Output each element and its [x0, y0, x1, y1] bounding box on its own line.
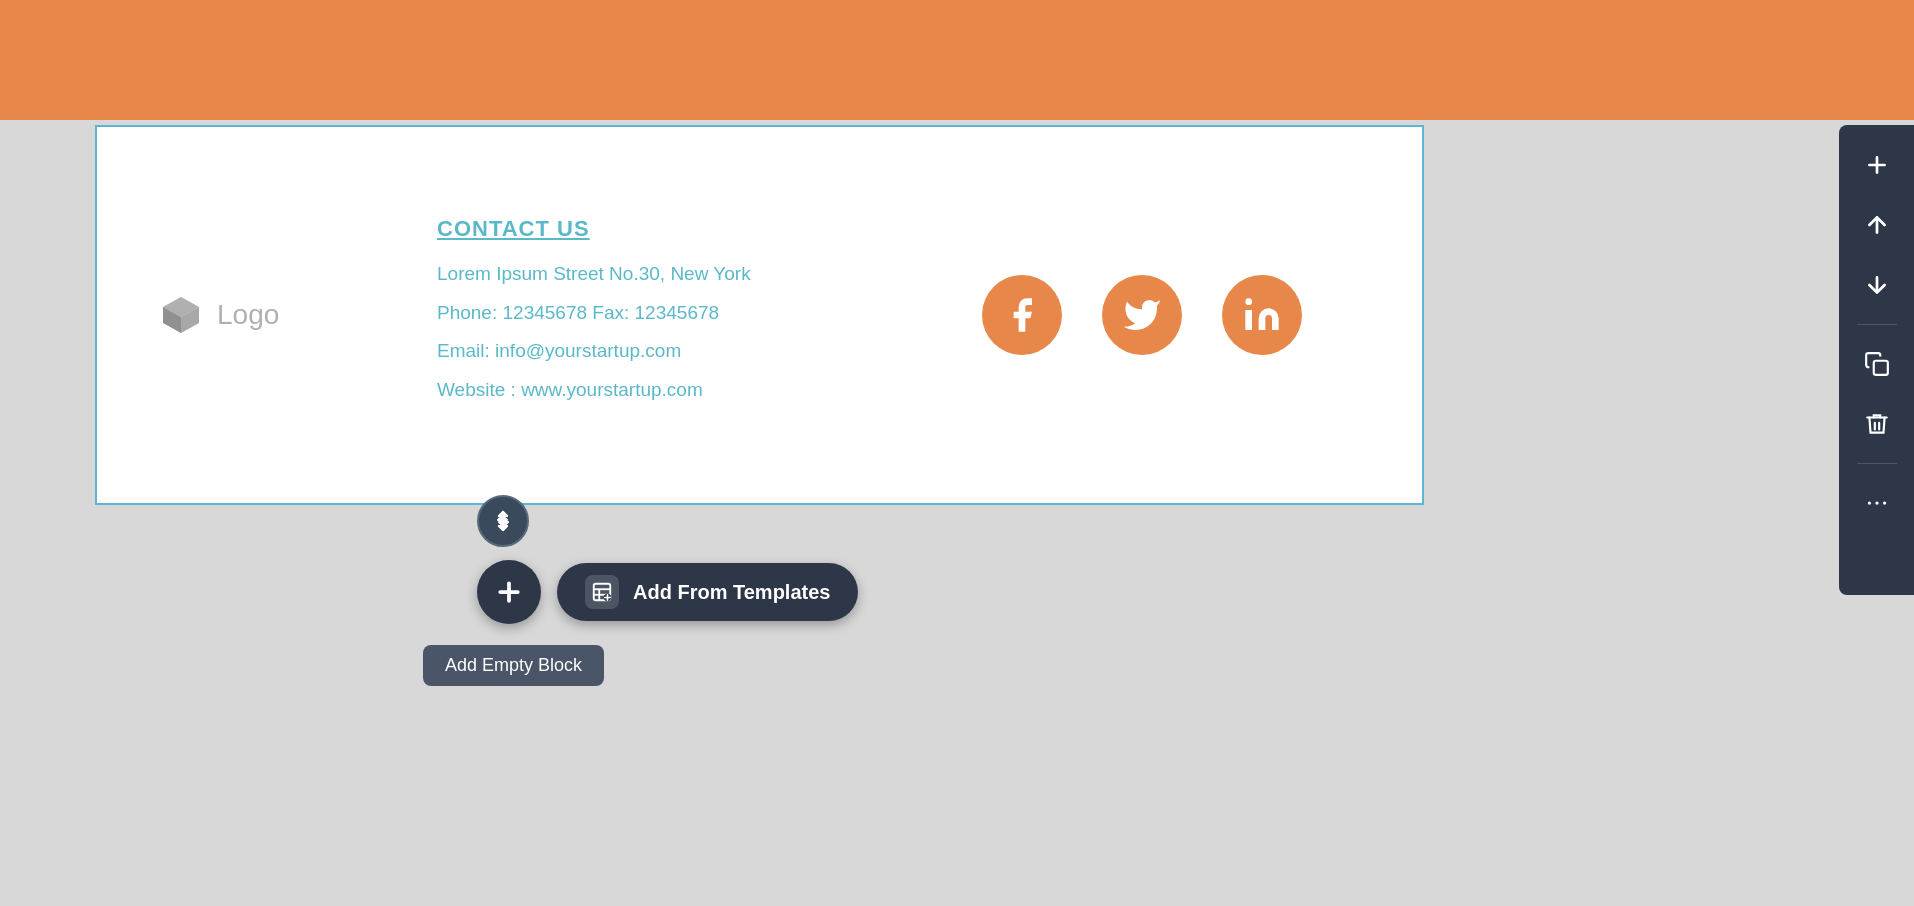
contact-info-area: CONTACT US Lorem Ipsum Street No.30, New… [357, 216, 982, 414]
resize-arrows-icon [491, 509, 515, 533]
arrow-up-icon [1864, 212, 1890, 238]
arrow-down-icon [1864, 272, 1890, 298]
linkedin-icon [1242, 295, 1282, 335]
copy-icon [1864, 351, 1890, 377]
toolbar-divider-2 [1857, 463, 1897, 464]
svg-point-8 [1875, 501, 1878, 504]
toolbar-delete-button[interactable] [1852, 399, 1902, 449]
facebook-icon-button[interactable] [982, 275, 1062, 355]
toolbar-add-button[interactable] [1852, 140, 1902, 190]
contact-phone-fax: Phone: 12345678 Fax: 12345678 [437, 299, 982, 328]
orange-header-band [0, 0, 1914, 120]
contact-address: Lorem Ipsum Street No.30, New York [437, 260, 982, 289]
contact-block: Logo CONTACT US Lorem Ipsum Street No.30… [95, 125, 1424, 505]
add-from-templates-button[interactable]: Add From Templates [557, 563, 858, 621]
contact-title: CONTACT US [437, 216, 982, 242]
social-icons-area [982, 275, 1362, 355]
contact-email: Email: info@yourstartup.com [437, 337, 982, 366]
logo-area: Logo [157, 291, 357, 339]
logo-cube-icon [157, 291, 205, 339]
logo-label: Logo [217, 299, 279, 331]
resize-handle[interactable] [477, 495, 529, 547]
add-templates-icon-wrapper [585, 575, 619, 609]
contact-website: Website : www.yourstartup.com [437, 376, 982, 405]
toolbar-divider-1 [1857, 324, 1897, 325]
svg-point-9 [1882, 501, 1885, 504]
svg-rect-4 [1245, 310, 1252, 330]
add-empty-block-tooltip: Add Empty Block [423, 645, 604, 686]
toolbar-move-up-button[interactable] [1852, 200, 1902, 250]
template-icon [591, 581, 613, 603]
plus-icon [1864, 152, 1890, 178]
add-block-plus-icon [494, 577, 524, 607]
toolbar-more-button[interactable] [1852, 478, 1902, 528]
more-dots-icon [1864, 490, 1890, 516]
bottom-actions-area: Add From Templates [477, 560, 858, 624]
toolbar-move-down-button[interactable] [1852, 260, 1902, 310]
linkedin-icon-button[interactable] [1222, 275, 1302, 355]
toolbar-copy-button[interactable] [1852, 339, 1902, 389]
add-empty-block-label: Add Empty Block [445, 655, 582, 675]
twitter-icon-button[interactable] [1102, 275, 1182, 355]
add-block-button[interactable] [477, 560, 541, 624]
right-toolbar [1839, 125, 1914, 595]
twitter-icon [1122, 295, 1162, 335]
facebook-icon [1002, 295, 1042, 335]
trash-icon [1864, 411, 1890, 437]
add-templates-label: Add From Templates [633, 581, 830, 604]
svg-rect-6 [1873, 361, 1887, 375]
svg-point-7 [1867, 501, 1870, 504]
svg-point-5 [1245, 298, 1252, 305]
